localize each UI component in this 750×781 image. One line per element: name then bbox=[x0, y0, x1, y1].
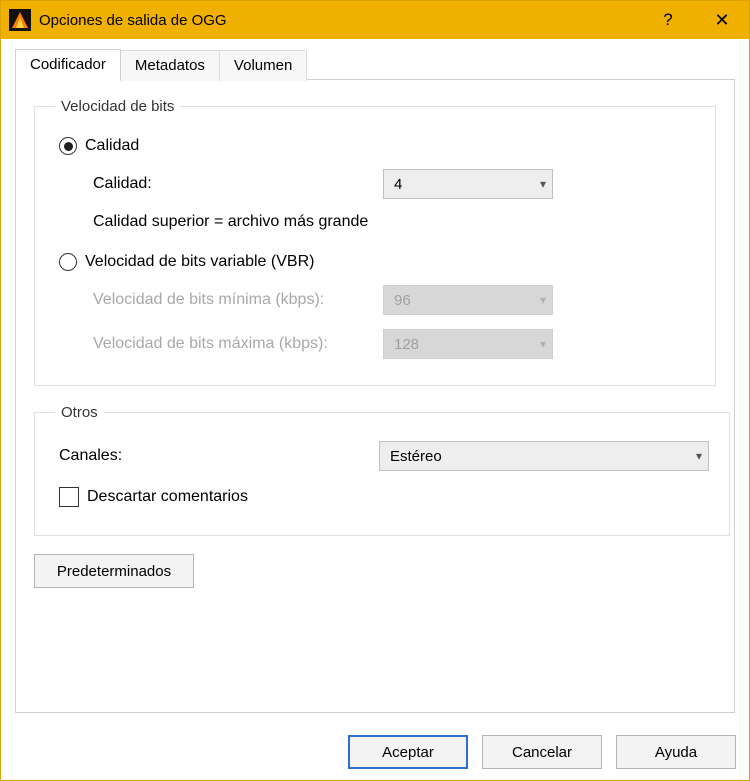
quality-value: 4 bbox=[394, 176, 402, 193]
help-glyph: ? bbox=[663, 10, 672, 30]
quality-radio-row[interactable]: Calidad bbox=[59, 137, 695, 155]
tab-volume[interactable]: Volumen bbox=[219, 50, 307, 81]
tab-volume-label: Volumen bbox=[234, 57, 292, 74]
close-icon: ✕ bbox=[714, 10, 729, 31]
others-group: Otros Canales: Estéreo ▾ Descartar comen… bbox=[34, 404, 730, 536]
help-footer-button-label: Ayuda bbox=[655, 744, 697, 761]
quality-field-row: Calidad: 4 ▾ bbox=[93, 169, 695, 199]
quality-radio-label: Calidad bbox=[85, 137, 139, 155]
window-title: Opciones de salida de OGG bbox=[39, 12, 227, 29]
vbr-min-dropdown: 96 ▾ bbox=[383, 285, 553, 315]
bitrate-legend: Velocidad de bits bbox=[55, 98, 180, 115]
quality-hint: Calidad superior = archivo más grande bbox=[93, 213, 695, 231]
chevron-down-icon: ▾ bbox=[540, 293, 546, 307]
cancel-button-label: Cancelar bbox=[512, 744, 572, 761]
chevron-down-icon: ▾ bbox=[696, 449, 702, 463]
vbr-max-dropdown: 128 ▾ bbox=[383, 329, 553, 359]
channels-value: Estéreo bbox=[390, 448, 442, 465]
tabstrip: Codificador Metadatos Volumen bbox=[15, 49, 735, 80]
vbr-max-value: 128 bbox=[394, 336, 419, 353]
defaults-row: Predeterminados bbox=[34, 554, 716, 588]
vbr-max-row: Velocidad de bits máxima (kbps): 128 ▾ bbox=[93, 329, 695, 359]
tab-encoder[interactable]: Codificador bbox=[15, 49, 121, 80]
vbr-max-label: Velocidad de bits máxima (kbps): bbox=[93, 335, 383, 353]
cancel-button[interactable]: Cancelar bbox=[482, 735, 602, 769]
vbr-radio-label: Velocidad de bits variable (VBR) bbox=[85, 253, 314, 271]
chevron-down-icon: ▾ bbox=[540, 177, 546, 191]
help-footer-button[interactable]: Ayuda bbox=[616, 735, 736, 769]
dialog-body: Codificador Metadatos Volumen Velocidad … bbox=[1, 39, 749, 713]
help-button[interactable]: ? bbox=[641, 1, 695, 39]
vbr-radio[interactable] bbox=[59, 253, 77, 271]
close-button[interactable]: ✕ bbox=[695, 1, 749, 39]
dialog-footer: Aceptar Cancelar Ayuda bbox=[348, 735, 736, 769]
accept-button[interactable]: Aceptar bbox=[348, 735, 468, 769]
bitrate-group: Velocidad de bits Calidad Calidad: 4 ▾ C… bbox=[34, 98, 716, 386]
discard-comments-row[interactable]: Descartar comentarios bbox=[59, 487, 709, 507]
quality-radio[interactable] bbox=[59, 137, 77, 155]
quality-label: Calidad: bbox=[93, 175, 383, 193]
vbr-min-label: Velocidad de bits mínima (kbps): bbox=[93, 291, 383, 309]
tab-metadata[interactable]: Metadatos bbox=[120, 50, 220, 81]
quality-dropdown[interactable]: 4 ▾ bbox=[383, 169, 553, 199]
tab-panel-encoder: Velocidad de bits Calidad Calidad: 4 ▾ C… bbox=[15, 79, 735, 713]
accept-button-label: Aceptar bbox=[382, 744, 434, 761]
chevron-down-icon: ▾ bbox=[540, 337, 546, 351]
tab-encoder-label: Codificador bbox=[30, 56, 106, 73]
vbr-min-value: 96 bbox=[394, 292, 411, 309]
defaults-button-label: Predeterminados bbox=[57, 563, 171, 580]
discard-comments-label: Descartar comentarios bbox=[87, 488, 248, 506]
others-legend: Otros bbox=[55, 404, 104, 421]
defaults-button[interactable]: Predeterminados bbox=[34, 554, 194, 588]
discard-comments-checkbox[interactable] bbox=[59, 487, 79, 507]
channels-label: Canales: bbox=[59, 447, 379, 465]
vbr-min-row: Velocidad de bits mínima (kbps): 96 ▾ bbox=[93, 285, 695, 315]
channels-row: Canales: Estéreo ▾ bbox=[59, 441, 709, 471]
titlebar: Opciones de salida de OGG ? ✕ bbox=[1, 1, 749, 39]
vbr-radio-row[interactable]: Velocidad de bits variable (VBR) bbox=[59, 253, 695, 271]
channels-dropdown[interactable]: Estéreo ▾ bbox=[379, 441, 709, 471]
app-icon bbox=[9, 9, 31, 31]
tab-metadata-label: Metadatos bbox=[135, 57, 205, 74]
